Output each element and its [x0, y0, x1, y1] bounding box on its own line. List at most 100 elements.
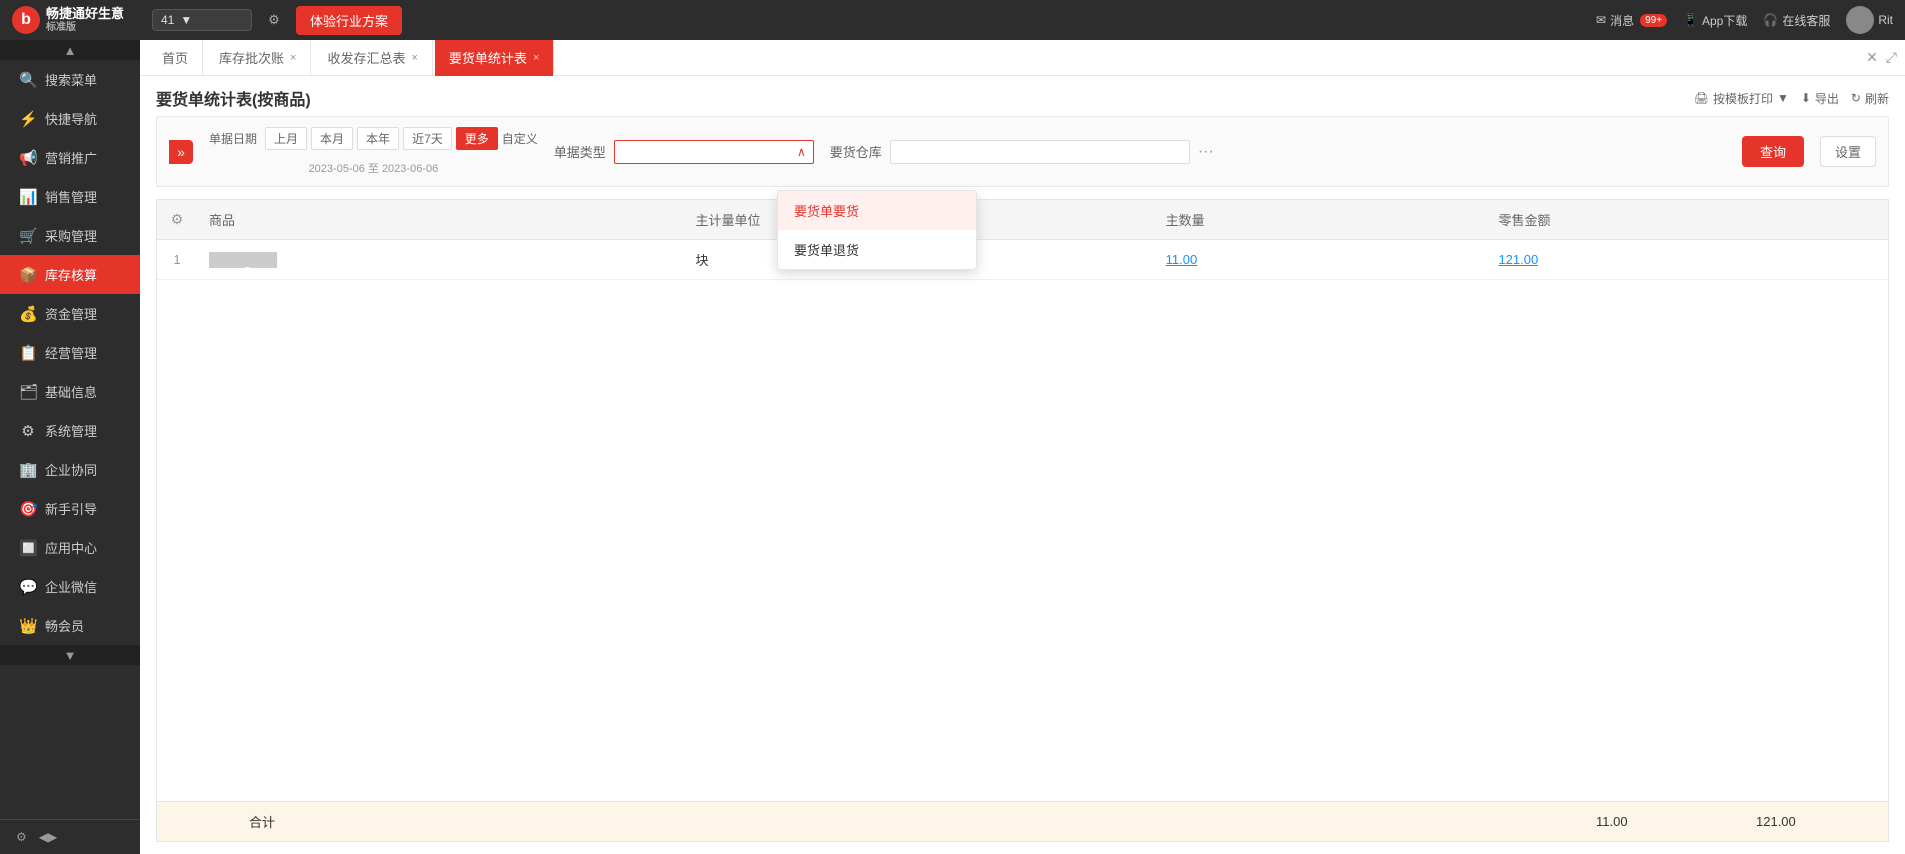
tab-bar: 首页 库存批次账 × 收发存汇总表 × 要货单统计表 × ✕ ⤢ [140, 40, 1905, 76]
sidebar-item-shortcut[interactable]: ⚡ 快捷导航 [0, 99, 140, 138]
notification-item[interactable]: ✉ 消息 99+ [1596, 12, 1667, 29]
cell-amount[interactable]: 121.00 [1486, 240, 1888, 280]
user-name: Rit [1878, 13, 1893, 27]
col-product: 商品 [197, 200, 683, 240]
sidebar-item-basic[interactable]: 🗂 基础信息 [0, 372, 140, 411]
header-settings-icon[interactable]: ⚙ [260, 6, 288, 34]
sidebar-item-system[interactable]: ⚙ 系统管理 [0, 411, 140, 450]
sidebar-item-label: 新手引导 [45, 499, 97, 518]
tab-receipt-summary-close[interactable]: × [411, 52, 417, 64]
online-service-item[interactable]: 🎧 在线客服 [1763, 12, 1830, 29]
user-avatar [1846, 6, 1874, 34]
refresh-icon: ↻ [1851, 91, 1861, 105]
store-selector[interactable]: 41 ▼ [152, 9, 252, 31]
tab-expand-icon[interactable]: ⤢ [1886, 49, 1897, 66]
table-header: ⚙ 商品 主计量单位 主数量 零售金额 [157, 200, 1888, 240]
wechat-icon: 💬 [19, 578, 37, 596]
sidebar-scroll-down[interactable]: ▼ [0, 645, 140, 665]
sidebar-item-label: 库存核算 [45, 265, 97, 284]
app-download-item[interactable]: 📱 App下载 [1683, 12, 1747, 29]
trial-button[interactable]: 体验行业方案 [296, 6, 402, 35]
sidebar-footer: ⚙ ◀▶ [0, 819, 140, 854]
sidebar-item-label: 销售管理 [45, 187, 97, 206]
table-footer: 合计 11.00 121.00 [156, 802, 1889, 842]
sidebar-item-label: 系统管理 [45, 421, 97, 440]
warehouse-input[interactable] [890, 140, 1190, 164]
table-body: 1 ████ ███ 块 11.00 121.00 [157, 240, 1888, 280]
basic-icon: 🗂 [19, 383, 37, 401]
footer-label: 合计 [249, 812, 275, 831]
sidebar-item-purchase[interactable]: 🛒 采购管理 [0, 216, 140, 255]
dropdown-item-requisition-order[interactable]: 要货单要货 [778, 191, 976, 230]
col-settings-icon[interactable]: ⚙ [171, 211, 184, 227]
tab-requisition-stats-close[interactable]: × [533, 52, 539, 64]
tab-receipt-summary[interactable]: 收发存汇总表 × [313, 40, 432, 76]
sidebar-item-operations[interactable]: 📋 经营管理 [0, 333, 140, 372]
type-filter-input[interactable] [614, 140, 814, 164]
warehouse-more-btn[interactable]: ··· [1198, 143, 1214, 161]
sidebar-item-label: 经营管理 [45, 343, 97, 362]
page-title: 要货单统计表(按商品) [156, 86, 311, 110]
member-icon: 👑 [19, 617, 37, 635]
notification-badge: 99+ [1640, 14, 1667, 27]
sidebar-scroll-up[interactable]: ▲ [0, 40, 140, 60]
sidebar-item-inventory[interactable]: 📦 库存核算 [0, 255, 140, 294]
export-btn[interactable]: ⬇ 导出 [1801, 90, 1839, 107]
data-table: ⚙ 商品 主计量单位 主数量 零售金额 1 ████ ███ [157, 200, 1888, 280]
sidebar-item-wechat[interactable]: 💬 企业微信 [0, 567, 140, 606]
appstore-icon: 🔲 [19, 539, 37, 557]
tab-inventory-batch-close[interactable]: × [290, 52, 296, 64]
query-button[interactable]: 查询 [1742, 136, 1804, 167]
notification-label: 消息 [1610, 12, 1634, 29]
warehouse-filter-group: 要货仓库 ··· [830, 140, 1726, 164]
tab-requisition-stats[interactable]: 要货单统计表 × [435, 40, 554, 76]
date-btn-this-year[interactable]: 本年 [357, 127, 399, 150]
tab-close-all-icon[interactable]: ✕ [1866, 49, 1878, 66]
sidebar-item-guide[interactable]: 🎯 新手引导 [0, 489, 140, 528]
logo-icon: b [12, 6, 40, 34]
date-label: 单据日期 [209, 130, 257, 147]
type-filter-group: 单据类型 ∧ [554, 140, 814, 164]
sidebar: ▲ 🔍 搜索菜单 ⚡ 快捷导航 📢 营销推广 📊 销售管理 🛒 采购管理 📦 库… [0, 40, 140, 854]
tab-inventory-batch[interactable]: 库存批次账 × [205, 40, 311, 76]
sidebar-item-member[interactable]: 👑 畅会员 [0, 606, 140, 645]
date-btn-more[interactable]: 更多 [456, 127, 498, 150]
date-btn-this-month[interactable]: 本月 [311, 127, 353, 150]
col-settings[interactable]: ⚙ [157, 200, 197, 240]
notification-icon: ✉ [1596, 13, 1606, 27]
headset-icon: 🎧 [1763, 13, 1778, 27]
sidebar-settings-icon[interactable]: ⚙ [16, 830, 27, 844]
date-btn-last-7-days[interactable]: 近7天 [403, 127, 452, 150]
settings-button[interactable]: 设置 [1820, 136, 1876, 167]
export-icon: ⬇ [1801, 91, 1811, 105]
date-custom-btn[interactable]: 自定义 [502, 130, 538, 147]
sidebar-item-sales[interactable]: 📊 销售管理 [0, 177, 140, 216]
date-btn-last-month[interactable]: 上月 [265, 127, 307, 150]
print-template-btn[interactable]: 🖨 按模板打印 ▼ [1694, 90, 1789, 107]
expand-icon: » [177, 144, 185, 160]
marketing-icon: 📢 [19, 149, 37, 167]
sidebar-item-appstore[interactable]: 🔲 应用中心 [0, 528, 140, 567]
sidebar-item-marketing[interactable]: 📢 营销推广 [0, 138, 140, 177]
table-header-row: ⚙ 商品 主计量单位 主数量 零售金额 [157, 200, 1888, 240]
system-icon: ⚙ [19, 422, 37, 440]
sidebar-item-label: 快捷导航 [45, 109, 97, 128]
filter-expand-btn[interactable]: » [169, 140, 193, 164]
date-shortcuts: 上月 本月 本年 近7天 更多 自定义 [265, 127, 538, 150]
print-template-label: 按模板打印 [1713, 90, 1773, 107]
header-center: 41 ▼ ⚙ 体验行业方案 [152, 6, 1586, 35]
type-filter-arrow-icon[interactable]: ∧ [797, 145, 806, 159]
sidebar-item-search[interactable]: 🔍 搜索菜单 [0, 60, 140, 99]
sidebar-item-enterprise[interactable]: 🏢 企业协同 [0, 450, 140, 489]
tab-requisition-stats-label: 要货单统计表 [449, 48, 527, 67]
tab-home[interactable]: 首页 [148, 40, 203, 76]
sidebar-collapse-icon[interactable]: ◀▶ [39, 830, 57, 844]
user-avatar-item[interactable]: Rit [1846, 6, 1893, 34]
col-amount: 零售金额 [1486, 200, 1888, 240]
cell-quantity[interactable]: 11.00 [1154, 240, 1487, 280]
brand-sub: 标准版 [46, 22, 124, 34]
sidebar-item-finance[interactable]: 💰 资金管理 [0, 294, 140, 333]
refresh-btn[interactable]: ↻ 刷新 [1851, 90, 1889, 107]
dropdown-item-requisition-return[interactable]: 要货单退货 [778, 230, 976, 269]
footer-quantity: 11.00 [1596, 814, 1716, 829]
